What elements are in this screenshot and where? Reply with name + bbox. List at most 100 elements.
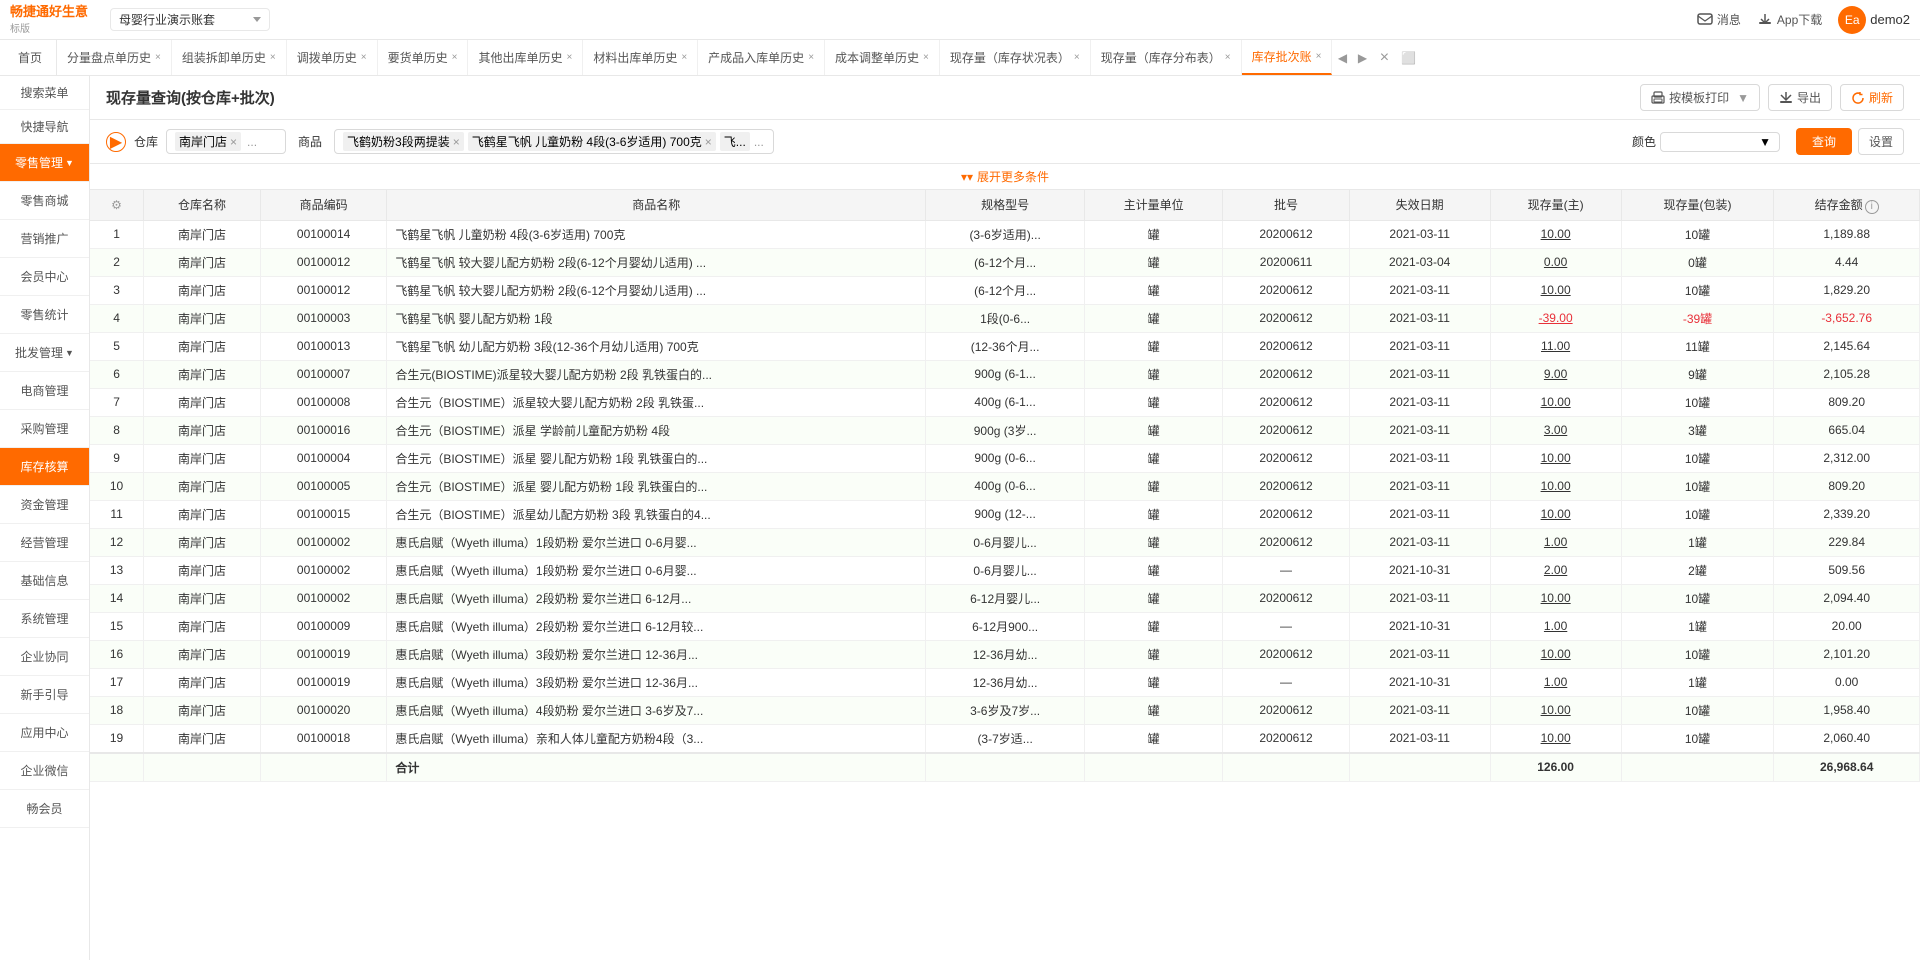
product-tag1-close[interactable]: × [453,135,460,149]
sidebar-item-qiyexietong[interactable]: 企业协同 [0,638,89,676]
tab-chenbenzhengdan[interactable]: 成本调整单历史× [825,40,940,75]
tab-close-icon[interactable]: × [1225,52,1231,63]
cell-batch: 20200612 [1223,528,1349,556]
cell-warehouse: 南岸门店 [144,612,261,640]
page-title: 现存量查询(按仓库+批次) [106,87,275,108]
sidebar-item-lingshiguanli[interactable]: 零售管理 ▼ [0,144,89,182]
table-row: 11 南岸门店 00100015 合生元（BIOSTIME）派星幼儿配方奶粉 3… [90,500,1920,528]
btn-export[interactable]: 导出 [1768,84,1832,111]
cell-qty-main[interactable]: -39.00 [1490,304,1621,332]
btn-query[interactable]: 查询 [1796,128,1852,155]
sidebar-search[interactable]: 搜索菜单 [0,76,89,110]
sidebar-item-yingxiaotuiguang[interactable]: 营销推广 [0,220,89,258]
tab-fenliangpandian[interactable]: 分量盘点单历史× [57,40,172,75]
sidebar-item-caigouguanli[interactable]: 采购管理 [0,410,89,448]
cell-qty-main[interactable]: 10.00 [1490,640,1621,668]
expand-filter-btn[interactable]: ▶ [106,132,126,152]
tab-close-icon[interactable]: × [808,52,814,63]
tab-chanchengpinruku[interactable]: 产成品入库单历史× [698,40,825,75]
sidebar-item-xitonguanli[interactable]: 系统管理 [0,600,89,638]
product-tag2-close[interactable]: × [705,135,712,149]
sidebar-item-dianshanguanli[interactable]: 电商管理 [0,372,89,410]
tab-close-icon[interactable]: × [361,52,367,63]
col-settings[interactable]: ⚙ [90,190,144,220]
tab-prev-btn[interactable]: ◀ [1332,40,1352,75]
sidebar-item-kucunhesuan[interactable]: 库存核算 [0,448,89,486]
cell-qty-main[interactable]: 3.00 [1490,416,1621,444]
cell-qty-main[interactable]: 10.00 [1490,276,1621,304]
tab-diaobodian[interactable]: 调拨单历史× [287,40,378,75]
sidebar-item-changyuanvip[interactable]: 畅会员 [0,790,89,828]
app-download-btn[interactable]: App下载 [1757,11,1822,28]
sidebar-item-lingshishangcheng[interactable]: 零售商城 [0,182,89,220]
tab-close-icon[interactable]: × [566,52,572,63]
cell-code: 00100018 [260,724,386,753]
cell-qty-main[interactable]: 2.00 [1490,556,1621,584]
tab-yaohuo[interactable]: 要货单历史× [378,40,469,75]
sidebar-item-jichuxinxi[interactable]: 基础信息 [0,562,89,600]
tab-qitachuku[interactable]: 其他出库单历史× [468,40,583,75]
cell-no: 5 [90,332,144,360]
tab-close-icon[interactable]: × [452,52,458,63]
workspace-selector[interactable]: 母婴行业演示账套 [110,8,270,31]
cell-qty-main[interactable]: 1.00 [1490,612,1621,640]
cell-qty-pkg: 10罐 [1621,500,1774,528]
message-btn[interactable]: 消息 [1697,11,1741,28]
sidebar-item-lingshitongji[interactable]: 零售统计 [0,296,89,334]
btn-settings[interactable]: 设置 [1858,128,1904,155]
cell-qty-main[interactable]: 10.00 [1490,584,1621,612]
btn-refresh[interactable]: 刷新 [1840,84,1904,111]
tab-home[interactable]: 首页 [4,40,57,75]
cell-qty-main[interactable]: 10.00 [1490,388,1621,416]
tab-maximize-btn[interactable]: ⬜ [1396,40,1420,75]
tab-cailiaochuku[interactable]: 材料出库单历史× [583,40,698,75]
tab-close-icon[interactable]: × [155,52,161,63]
sidebar-item-qiyeweixin[interactable]: 企业微信 [0,752,89,790]
cell-qty-main[interactable]: 10.00 [1490,724,1621,753]
product-filter-input[interactable]: 飞鹤奶粉3段两提装 × 飞鹤星飞帆 儿童奶粉 4段(3-6岁适用) 700克 ×… [334,129,774,154]
user-area[interactable]: Ea demo2 [1838,6,1910,34]
cell-qty-main[interactable]: 11.00 [1490,332,1621,360]
cell-unit: 罐 [1084,360,1222,388]
cell-qty-main[interactable]: 10.00 [1490,696,1621,724]
cell-qty-main[interactable]: 1.00 [1490,668,1621,696]
tab-xiancunliang-kucun[interactable]: 现存量（库存状况表）× [940,40,1091,75]
cell-spec: 0-6月婴儿... [926,556,1085,584]
tab-close-icon[interactable]: × [1316,51,1322,62]
tab-close-icon[interactable]: × [1074,52,1080,63]
cell-qty-main[interactable]: 10.00 [1490,500,1621,528]
sidebar-item-pifaguanli[interactable]: 批发管理 ▼ [0,334,89,372]
cell-qty-main[interactable]: 1.00 [1490,528,1621,556]
cell-warehouse: 南岸门店 [144,472,261,500]
tab-next-btn[interactable]: ▶ [1352,40,1372,75]
sidebar-item-yingyongzhongxin[interactable]: 应用中心 [0,714,89,752]
sidebar-item-zijinguanli[interactable]: 资金管理 [0,486,89,524]
warehouse-ellipsis[interactable]: ... [247,135,257,149]
tab-close-icon[interactable]: × [270,52,276,63]
template-dropdown-icon[interactable]: ▼ [1737,91,1749,105]
product-ellipsis[interactable]: ... [754,135,764,149]
color-filter-input[interactable]: ▼ [1660,132,1780,152]
cell-qty-main[interactable]: 0.00 [1490,248,1621,276]
cell-qty-main[interactable]: 10.00 [1490,220,1621,248]
warehouse-filter-input[interactable]: 南岸门店 × ... [166,129,286,154]
sidebar-item-jingyingguanli[interactable]: 经营管理 [0,524,89,562]
cell-qty-main[interactable]: 10.00 [1490,444,1621,472]
cell-qty-main[interactable]: 9.00 [1490,360,1621,388]
tab-close-all-btn[interactable]: × [1372,40,1396,75]
cell-qty-main[interactable]: 10.00 [1490,472,1621,500]
tab-close-icon[interactable]: × [923,52,929,63]
tab-zuzhuangchaijian[interactable]: 组装拆卸单历史× [172,40,287,75]
sidebar-item-xinshoudaoyou[interactable]: 新手引导 [0,676,89,714]
color-dropdown-icon[interactable]: ▼ [1759,135,1771,149]
settings-icon[interactable]: ⚙ [111,198,122,212]
expand-more-btn[interactable]: ▾▾ 展开更多条件 [961,168,1049,185]
tab-kucunpicizhang[interactable]: 库存批次账× [1242,40,1333,75]
sidebar-quicknav[interactable]: 快捷导航 [0,110,89,144]
amount-info-icon[interactable]: i [1865,200,1879,214]
btn-template-print[interactable]: 按模板打印 ▼ [1640,84,1760,111]
tab-xiancunliang-fenbu[interactable]: 现存量（库存分布表）× [1091,40,1242,75]
sidebar-item-huiyuanzhongxin[interactable]: 会员中心 [0,258,89,296]
warehouse-tag-close[interactable]: × [230,135,237,149]
tab-close-icon[interactable]: × [681,52,687,63]
